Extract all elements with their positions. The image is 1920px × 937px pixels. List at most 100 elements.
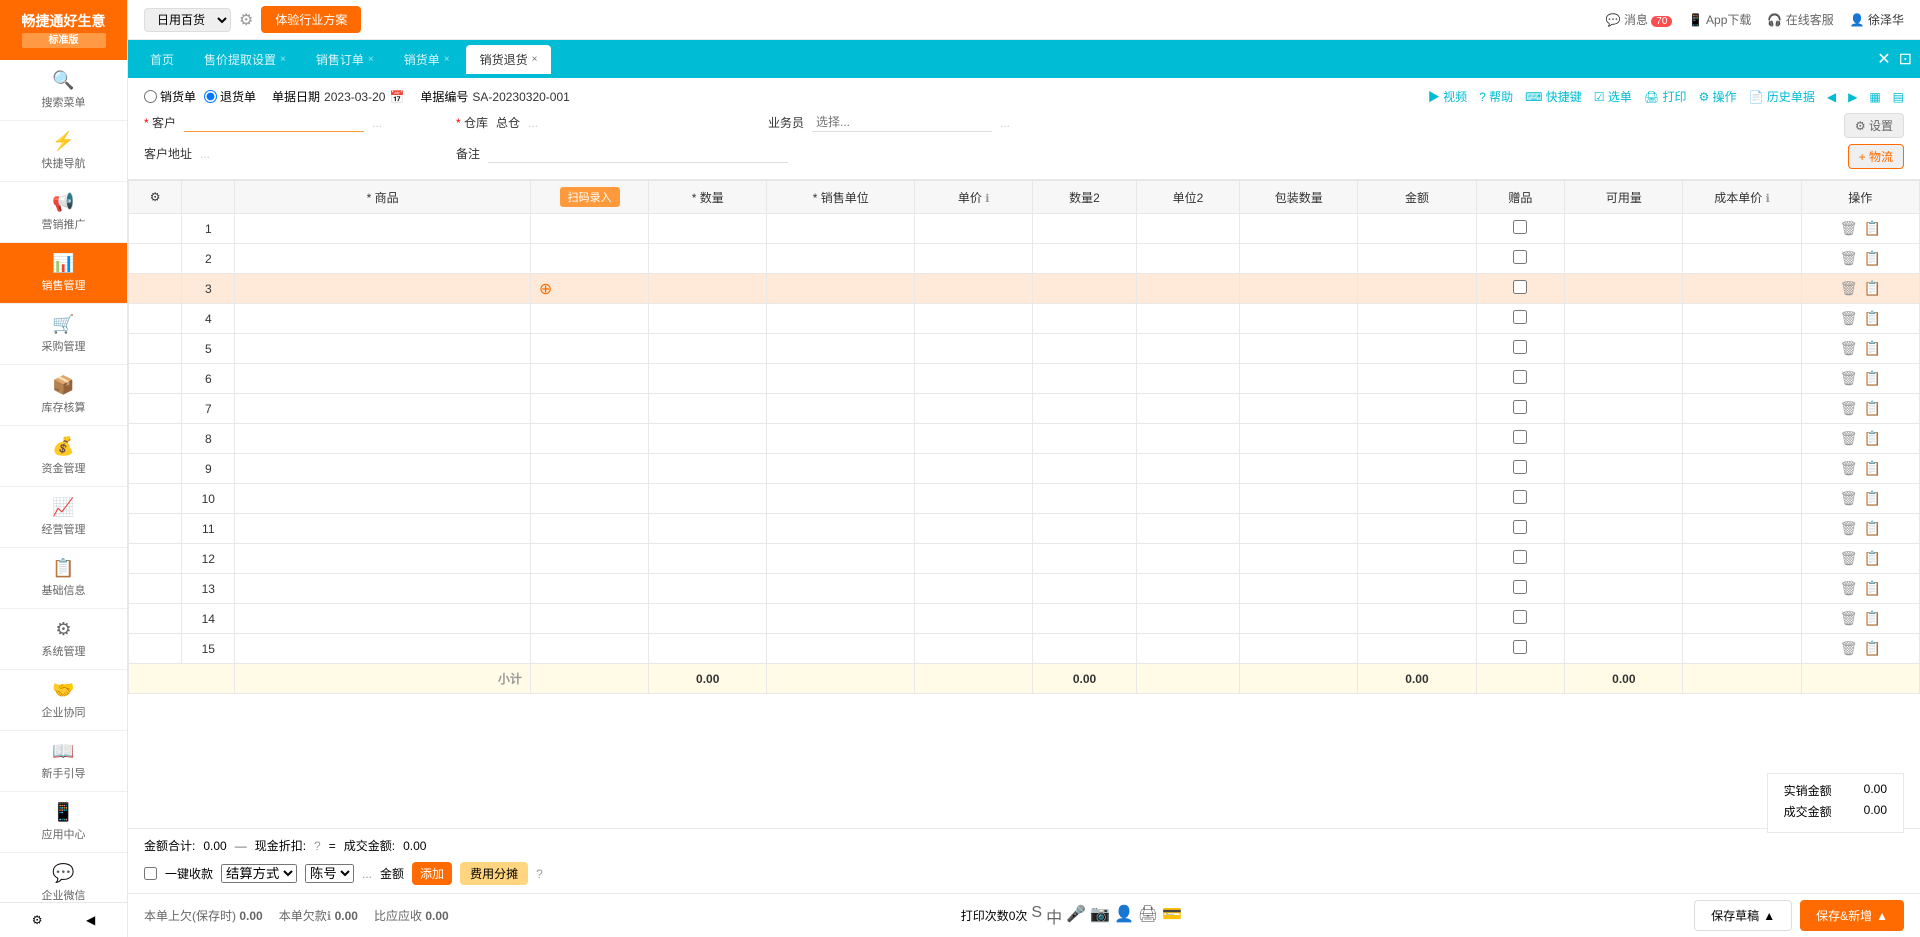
delete-icon-13[interactable]: 🗑 (1840, 580, 1858, 597)
row-amount-7[interactable] (1358, 394, 1476, 424)
row-unit2-10[interactable] (1136, 484, 1239, 514)
sidebar-item-5[interactable]: 📦库存核算 (0, 365, 127, 426)
tab-maximize-icon[interactable]: ⊡ (1899, 49, 1912, 69)
row-goods-11[interactable] (235, 514, 531, 544)
row-qty-5[interactable] (649, 334, 767, 364)
tab-close-1[interactable]: × (280, 54, 286, 65)
gift-checkbox-7[interactable] (1513, 400, 1527, 414)
account-type-select[interactable]: 结算方式 (221, 864, 297, 883)
row-qty2-12[interactable] (1033, 544, 1136, 574)
row-goods-1[interactable] (235, 214, 531, 244)
row-qty-9[interactable] (649, 454, 767, 484)
row-unit2-5[interactable] (1136, 334, 1239, 364)
row-cost-5[interactable] (1683, 334, 1801, 364)
sidebar-item-6[interactable]: 💰资金管理 (0, 426, 127, 487)
row-pack-15[interactable] (1240, 634, 1358, 664)
toolbar-select[interactable]: ☑ 选单 (1594, 88, 1632, 105)
row-unit2-9[interactable] (1136, 454, 1239, 484)
delete-icon-6[interactable]: 🗑 (1840, 370, 1858, 387)
warehouse-link[interactable]: ... (528, 116, 538, 130)
row-price-9[interactable] (915, 454, 1033, 484)
row-cost-3[interactable] (1683, 274, 1801, 304)
row-cost-10[interactable] (1683, 484, 1801, 514)
gift-checkbox-11[interactable] (1513, 520, 1527, 534)
row-goods-5[interactable] (235, 334, 531, 364)
row-gift-12[interactable] (1476, 544, 1565, 574)
row-qty-14[interactable] (649, 604, 767, 634)
toolbar-next[interactable]: ▶ (1848, 90, 1857, 104)
toolbar-operations[interactable]: ⚙ 操作 (1698, 88, 1736, 105)
row-price-6[interactable] (915, 364, 1033, 394)
row-available-15[interactable] (1565, 634, 1683, 664)
row-cost-14[interactable] (1683, 604, 1801, 634)
sidebar-item-11[interactable]: 📖新手引导 (0, 731, 127, 792)
remarks-input[interactable] (488, 144, 788, 163)
row-qty-4[interactable] (649, 304, 767, 334)
online-service-link[interactable]: 🎧 在线客服 (1767, 11, 1833, 28)
settings-button[interactable]: ⚙ 设置 (1844, 113, 1904, 138)
row-available-10[interactable] (1565, 484, 1683, 514)
row-qty-12[interactable] (649, 544, 767, 574)
row-qty-3[interactable] (649, 274, 767, 304)
delete-icon-5[interactable]: 🗑 (1840, 340, 1858, 357)
row-goods-2[interactable] (235, 244, 531, 274)
scan-input-button[interactable]: 扫码录入 (560, 187, 620, 207)
sidebar-bottom[interactable]: ⚙ ◀ (0, 902, 127, 937)
row-goods-6[interactable] (235, 364, 531, 394)
row-unit-4[interactable] (767, 304, 915, 334)
sale-radio[interactable]: 销货单 (144, 88, 196, 105)
row-pack-8[interactable] (1240, 424, 1358, 454)
row-qty-6[interactable] (649, 364, 767, 394)
tab-close-2[interactable]: × (368, 54, 374, 65)
row-goods-9[interactable] (235, 454, 531, 484)
row-goods-15[interactable] (235, 634, 531, 664)
row-available-7[interactable] (1565, 394, 1683, 424)
row-qty-8[interactable] (649, 424, 767, 454)
row-amount-3[interactable] (1358, 274, 1476, 304)
gift-checkbox-8[interactable] (1513, 430, 1527, 444)
sidebar-collapse-icon[interactable]: ◀ (86, 913, 95, 927)
row-goods-13[interactable] (235, 574, 531, 604)
row-actions-11[interactable]: 🗑 📋 (1801, 514, 1919, 544)
row-actions-3[interactable]: 🗑 📋 (1801, 274, 1919, 304)
delete-icon-15[interactable]: 🗑 (1840, 640, 1858, 657)
logistics-button[interactable]: + 物流 (1848, 144, 1904, 169)
copy-icon-11[interactable]: 📋 (1863, 520, 1880, 537)
row-qty-2[interactable] (649, 244, 767, 274)
gift-checkbox-4[interactable] (1513, 310, 1527, 324)
row-amount-2[interactable] (1358, 244, 1476, 274)
copy-icon-12[interactable]: 📋 (1863, 550, 1880, 567)
row-gift-4[interactable] (1476, 304, 1565, 334)
gift-checkbox-10[interactable] (1513, 490, 1527, 504)
row-pack-11[interactable] (1240, 514, 1358, 544)
sale-radio-input[interactable] (144, 90, 157, 103)
row-actions-2[interactable]: 🗑 📋 (1801, 244, 1919, 274)
row-pack-9[interactable] (1240, 454, 1358, 484)
return-radio-input[interactable] (204, 90, 217, 103)
row-cost-6[interactable] (1683, 364, 1801, 394)
row-unit2-1[interactable] (1136, 214, 1239, 244)
gift-checkbox-13[interactable] (1513, 580, 1527, 594)
customer-link[interactable]: ... (372, 116, 382, 130)
delete-icon-10[interactable]: 🗑 (1840, 490, 1858, 507)
gift-checkbox-14[interactable] (1513, 610, 1527, 624)
row-qty-10[interactable] (649, 484, 767, 514)
copy-icon-6[interactable]: 📋 (1863, 370, 1880, 387)
row-goods-14[interactable] (235, 604, 531, 634)
sidebar-item-2[interactable]: 📢营销推广 (0, 182, 127, 243)
add-payment-button[interactable]: 添加 (412, 862, 452, 885)
row-price-10[interactable] (915, 484, 1033, 514)
row-available-2[interactable] (1565, 244, 1683, 274)
row-cost-4[interactable] (1683, 304, 1801, 334)
row-actions-10[interactable]: 🗑 📋 (1801, 484, 1919, 514)
row-price-8[interactable] (915, 424, 1033, 454)
gift-checkbox-3[interactable] (1513, 280, 1527, 294)
gift-checkbox-5[interactable] (1513, 340, 1527, 354)
sidebar-item-13[interactable]: 💬企业微信 (0, 853, 127, 902)
copy-icon-7[interactable]: 📋 (1863, 400, 1880, 417)
row-unit2-13[interactable] (1136, 574, 1239, 604)
header-gear-icon[interactable]: ⚙ (239, 10, 253, 30)
row-unit-1[interactable] (767, 214, 915, 244)
gift-checkbox-1[interactable] (1513, 220, 1527, 234)
row-available-13[interactable] (1565, 574, 1683, 604)
